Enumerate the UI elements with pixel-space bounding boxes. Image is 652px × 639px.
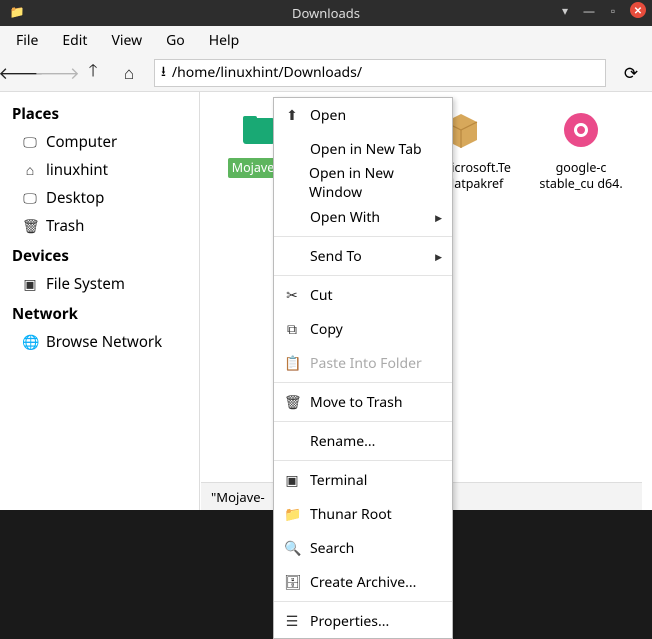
sidebar-item-browse-network[interactable]: 🌐Browse Network bbox=[10, 328, 189, 356]
folder-icon: 📁 bbox=[284, 505, 300, 524]
trash-icon: 🗑 bbox=[284, 393, 300, 412]
trash-icon: 🗑 bbox=[22, 217, 38, 236]
separator bbox=[274, 275, 452, 276]
ctx-paste-into: 📋Paste Into Folder bbox=[274, 346, 452, 380]
app-icon: 📁 bbox=[10, 4, 24, 18]
separator bbox=[274, 236, 452, 237]
separator bbox=[274, 382, 452, 383]
close-button[interactable]: ✕ bbox=[630, 2, 646, 18]
ctx-terminal[interactable]: ▣Terminal bbox=[274, 463, 452, 497]
titlebar[interactable]: 📁 Downloads ▾ — ▫ ✕ bbox=[0, 0, 652, 26]
devices-header: Devices bbox=[10, 240, 189, 270]
properties-icon: ☰ bbox=[284, 612, 300, 631]
forward-button[interactable]: 🡒 bbox=[46, 62, 68, 84]
network-header: Network bbox=[10, 298, 189, 328]
archive-icon: 🗄 bbox=[284, 573, 300, 592]
keep-above-icon[interactable]: ▾ bbox=[558, 3, 572, 17]
separator bbox=[274, 460, 452, 461]
ctx-open-window[interactable]: Open in New Window bbox=[274, 166, 452, 200]
ctx-open-tab[interactable]: Open in New Tab bbox=[274, 132, 452, 166]
minimize-button[interactable]: — bbox=[582, 3, 596, 17]
ctx-properties[interactable]: ☰Properties... bbox=[274, 604, 452, 638]
ctx-copy[interactable]: ⧉Copy bbox=[274, 312, 452, 346]
maximize-button[interactable]: ▫ bbox=[606, 3, 620, 17]
sidebar-item-filesystem[interactable]: ▣File System bbox=[10, 270, 189, 298]
network-icon: 🌐 bbox=[22, 333, 38, 352]
menu-go[interactable]: Go bbox=[156, 28, 195, 53]
search-icon: 🔍 bbox=[284, 539, 300, 558]
ctx-create-archive[interactable]: 🗄Create Archive... bbox=[274, 565, 452, 599]
copy-icon: ⧉ bbox=[284, 320, 300, 339]
sidebar: Places 🖵Computer ⌂linuxhint 🖵Desktop 🗑Tr… bbox=[0, 92, 200, 510]
sidebar-item-desktop[interactable]: 🖵Desktop bbox=[10, 184, 189, 212]
ctx-rename[interactable]: Rename... bbox=[274, 424, 452, 458]
home-icon: ⌂ bbox=[22, 161, 38, 180]
ctx-send-to[interactable]: Send To bbox=[274, 239, 452, 273]
window-title: Downloads bbox=[292, 4, 360, 22]
download-icon: ⭳ bbox=[161, 61, 166, 85]
menu-help[interactable]: Help bbox=[199, 28, 250, 53]
desktop-icon: 🖵 bbox=[22, 189, 38, 208]
context-menu: ⬆Open Open in New Tab Open in New Window… bbox=[273, 97, 453, 639]
cut-icon: ✂ bbox=[284, 286, 300, 305]
menu-view[interactable]: View bbox=[101, 28, 152, 53]
path-text: /home/linuxhint/Downloads/ bbox=[172, 63, 362, 82]
terminal-icon: ▣ bbox=[284, 471, 300, 490]
disk-icon: ▣ bbox=[22, 275, 38, 294]
toolbar: 🡐 🡒 🡑 ⌂ ⭳ /home/linuxhint/Downloads/ ⟳ bbox=[0, 54, 652, 92]
sidebar-item-home[interactable]: ⌂linuxhint bbox=[10, 156, 189, 184]
ctx-search[interactable]: 🔍Search bbox=[274, 531, 452, 565]
back-button[interactable]: 🡐 bbox=[10, 62, 32, 84]
open-icon: ⬆ bbox=[284, 106, 300, 125]
sidebar-item-trash[interactable]: 🗑Trash bbox=[10, 212, 189, 240]
ctx-cut[interactable]: ✂Cut bbox=[274, 278, 452, 312]
file-item[interactable]: google-c stable_cu d64. bbox=[522, 104, 640, 224]
chrome-icon bbox=[559, 108, 603, 152]
home-button[interactable]: ⌂ bbox=[118, 62, 140, 84]
sidebar-item-computer[interactable]: 🖵Computer bbox=[10, 128, 189, 156]
path-bar[interactable]: ⭳ /home/linuxhint/Downloads/ bbox=[154, 59, 606, 87]
computer-icon: 🖵 bbox=[22, 133, 38, 152]
ctx-move-trash[interactable]: 🗑Move to Trash bbox=[274, 385, 452, 419]
menu-file[interactable]: File bbox=[6, 28, 48, 53]
menubar: File Edit View Go Help bbox=[0, 26, 652, 54]
status-text: "Mojave- bbox=[211, 488, 265, 506]
places-header: Places bbox=[10, 98, 189, 128]
file-label: google-c stable_cu d64. bbox=[525, 158, 637, 193]
menu-edit[interactable]: Edit bbox=[52, 28, 97, 53]
up-button[interactable]: 🡑 bbox=[82, 62, 104, 84]
ctx-open-with[interactable]: Open With bbox=[274, 200, 452, 234]
ctx-thunar-root[interactable]: 📁Thunar Root bbox=[274, 497, 452, 531]
separator bbox=[274, 601, 452, 602]
refresh-button[interactable]: ⟳ bbox=[620, 61, 642, 84]
separator bbox=[274, 421, 452, 422]
ctx-open[interactable]: ⬆Open bbox=[274, 98, 452, 132]
paste-icon: 📋 bbox=[284, 354, 300, 373]
